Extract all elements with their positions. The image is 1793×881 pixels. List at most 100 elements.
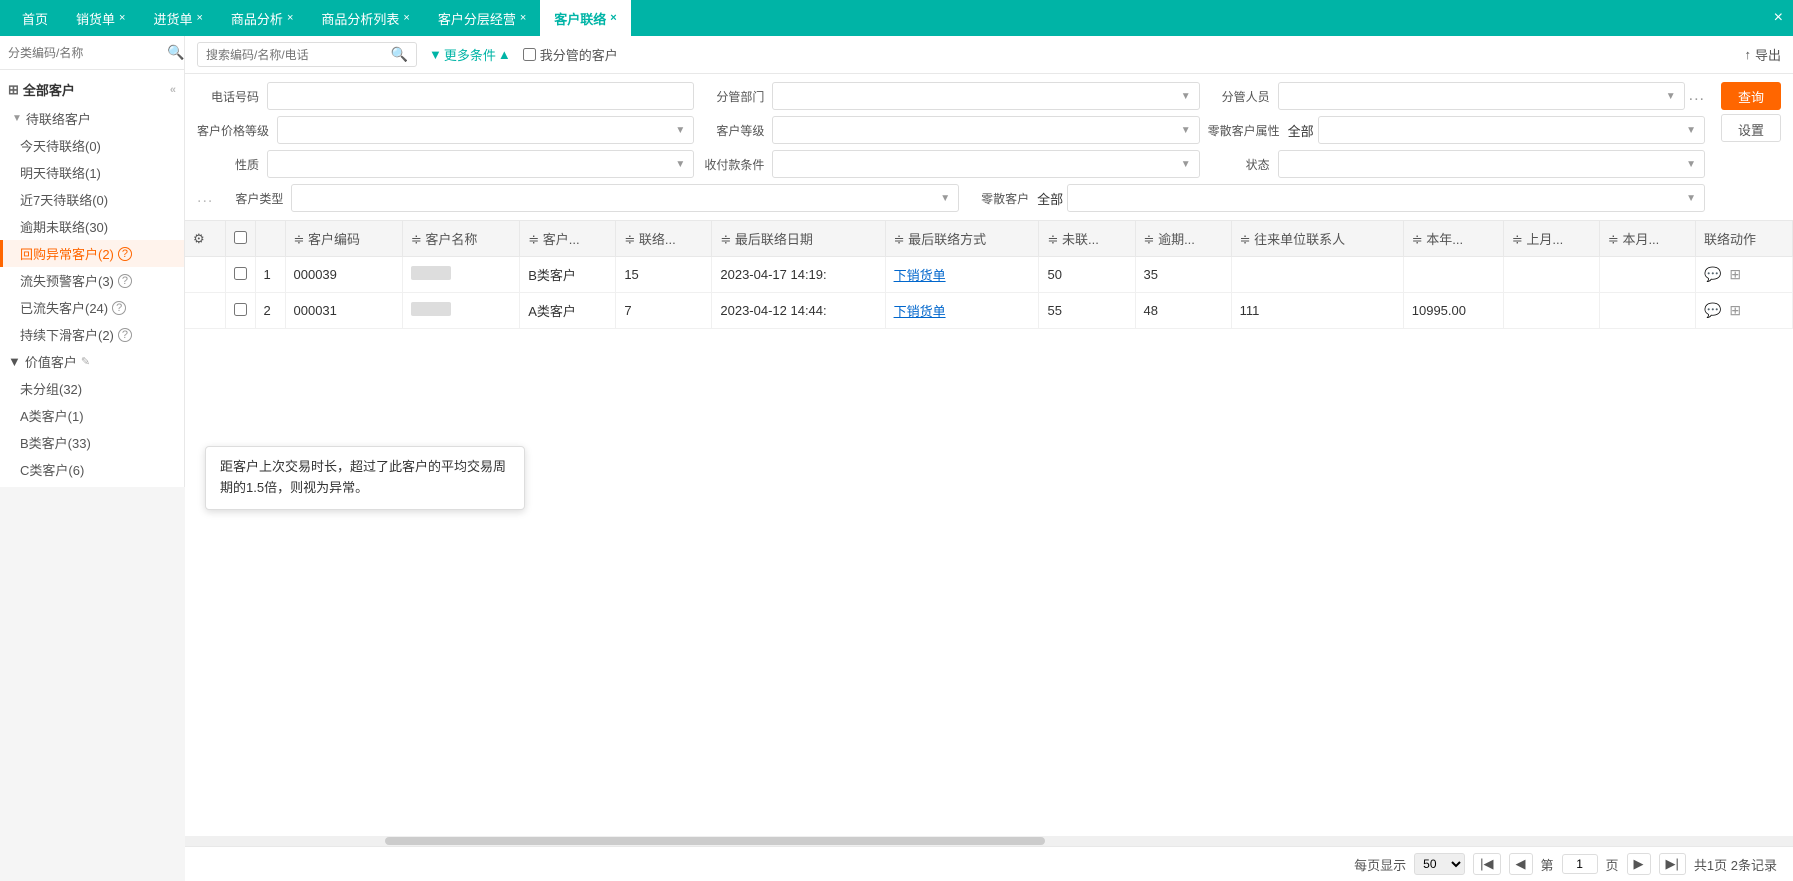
col-last-way[interactable]: ≑ 最后联络方式 — [885, 221, 1039, 257]
sidebar-collapse-icon[interactable]: « — [170, 84, 176, 96]
per-page-select[interactable]: 50 100 200 — [1414, 853, 1465, 875]
last-page-button[interactable]: ▶| — [1659, 853, 1686, 875]
setting-button[interactable]: 设置 — [1721, 114, 1781, 142]
declining-info-icon[interactable]: ? — [118, 328, 132, 342]
sidebar-item-tomorrow[interactable]: 明天待联络(1) — [0, 159, 184, 186]
nav-purchase[interactable]: 进货单 × — [139, 0, 216, 36]
page-input[interactable] — [1562, 854, 1598, 874]
filter-phone: 电话号码 — [197, 82, 694, 110]
nav-customer-contact-close[interactable]: × — [610, 12, 616, 24]
col-overdue[interactable]: ≑ 逾期... — [1135, 221, 1231, 257]
status-select[interactable]: ▼ — [1278, 150, 1705, 178]
gender-select[interactable]: ▼ — [267, 150, 694, 178]
price-level-select[interactable]: ▼ — [277, 116, 694, 144]
sidebar-search-icon[interactable]: 🔍 — [167, 44, 184, 61]
col-contact-count[interactable]: ≑ 联络... — [616, 221, 712, 257]
phone-input[interactable] — [267, 82, 694, 110]
more-filter-button[interactable]: ▼ 更多条件 ▲ — [429, 45, 511, 64]
col-last-date[interactable]: ≑ 最后联络日期 — [712, 221, 885, 257]
scrollbar-thumb[interactable] — [385, 837, 1045, 845]
sidebar-item-today[interactable]: 今天待联络(0) — [0, 132, 184, 159]
nav-analysis[interactable]: 商品分析 × — [217, 0, 307, 36]
lost-info-icon[interactable]: ? — [112, 301, 126, 315]
nav-customer-ops[interactable]: 客户分层经营 × — [424, 0, 540, 36]
sidebar-item-abnormal[interactable]: 回购异常客户(2) ? — [0, 240, 184, 267]
cell-code-2: 000031 — [285, 293, 402, 329]
nav-analysis-close[interactable]: × — [287, 12, 293, 24]
dept-select[interactable]: ▼ — [772, 82, 1199, 110]
sidebar-all-customers[interactable]: ⊞ 全部客户 « — [0, 74, 184, 105]
export-button[interactable]: ↑ 导出 — [1744, 45, 1781, 64]
cust-type-select[interactable]: ▼ — [291, 184, 959, 212]
col-related-person[interactable]: ≑ 往来单位联系人 — [1231, 221, 1403, 257]
my-customers-checkbox-label: 我分管的客户 — [523, 45, 618, 64]
nav-purchase-close[interactable]: × — [196, 12, 202, 24]
prev-page-button[interactable]: ◀ — [1509, 853, 1533, 875]
col-settings[interactable]: ⚙ — [185, 221, 225, 257]
search-input[interactable] — [206, 48, 391, 62]
sidebar-item-ungroup[interactable]: 未分组(32) — [0, 375, 184, 402]
cell-settings-1 — [185, 257, 225, 293]
sidebar-item-lost[interactable]: 已流失客户(24) ? — [0, 294, 184, 321]
query-button[interactable]: 查询 — [1721, 82, 1781, 110]
nav-customer-ops-close[interactable]: × — [520, 12, 526, 24]
col-not-contact[interactable]: ≑ 未联... — [1039, 221, 1135, 257]
cust-level-select[interactable]: ▼ — [772, 116, 1199, 144]
cell-last-way-2[interactable]: 下销货单 — [885, 293, 1039, 329]
retail-attr-arrow: ▼ — [1686, 125, 1696, 136]
edit-value-icon[interactable]: ✎ — [81, 355, 90, 368]
col-cust-type[interactable]: ≑ 客户... — [520, 221, 616, 257]
row1-checkbox[interactable] — [234, 267, 247, 280]
nav-analysis-list-close[interactable]: × — [403, 12, 409, 24]
row4-dots-button[interactable]: ... — [197, 189, 213, 207]
col-code[interactable]: ≑ 客户编码 — [285, 221, 402, 257]
filter-retail-cust: 零散客户 全部 ▼ — [967, 184, 1705, 212]
nav-sales[interactable]: 销货单 × — [62, 0, 139, 36]
sort-last-way-icon: ≑ — [894, 232, 905, 247]
payment-select[interactable]: ▼ — [772, 150, 1199, 178]
nav-customer-contact[interactable]: 客户联络 × — [540, 0, 630, 36]
price-level-arrow: ▼ — [675, 125, 685, 136]
nav-analysis-list[interactable]: 商品分析列表 × — [307, 0, 423, 36]
warn-lost-info-icon[interactable]: ? — [118, 274, 132, 288]
retail-attr-select[interactable]: ▼ — [1318, 116, 1705, 144]
nav-sales-close[interactable]: × — [119, 12, 125, 24]
more-icon-1[interactable]: ⊞ — [1729, 266, 1741, 283]
col-this-month[interactable]: ≑ 本月... — [1599, 221, 1695, 257]
manager-dots-button[interactable]: ... — [1689, 87, 1705, 105]
sidebar-item-a-class[interactable]: A类客户(1) — [0, 402, 184, 429]
sidebar-item-c-class[interactable]: C类客户(6) — [0, 456, 184, 483]
sidebar-search-input[interactable] — [8, 46, 163, 60]
horizontal-scrollbar[interactable] — [185, 836, 1793, 846]
window-close-button[interactable]: × — [1774, 9, 1783, 27]
col-name[interactable]: ≑ 客户名称 — [402, 221, 519, 257]
sidebar-item-overdue[interactable]: 逾期未联络(30) — [0, 213, 184, 240]
my-customers-checkbox[interactable] — [523, 48, 536, 61]
col-last-month[interactable]: ≑ 上月... — [1503, 221, 1599, 257]
nav-home[interactable]: 首页 — [8, 0, 62, 36]
abnormal-info-icon[interactable]: ? — [118, 247, 132, 261]
sidebar-item-declining[interactable]: 持续下滑客户(2) ? — [0, 321, 184, 348]
search-submit-icon[interactable]: 🔍 — [391, 46, 408, 63]
cell-action-1: 💬 ⊞ — [1695, 257, 1792, 293]
next-page-button[interactable]: ▶ — [1627, 853, 1651, 875]
retail-cust-select[interactable]: ▼ — [1067, 184, 1705, 212]
cell-code-1: 000039 — [285, 257, 402, 293]
cell-cust-type-2: A类客户 — [520, 293, 616, 329]
sidebar-pending-contact-group[interactable]: ▼ 待联络客户 — [0, 105, 184, 132]
manager-select[interactable]: ▼ — [1278, 82, 1685, 110]
gender-arrow: ▼ — [675, 159, 685, 170]
sidebar-value-group[interactable]: ▼ 价值客户 ✎ — [0, 348, 184, 375]
sidebar-item-b-class[interactable]: B类客户(33) — [0, 429, 184, 456]
contact-icon-2[interactable]: 💬 — [1704, 302, 1721, 319]
cell-last-way-1[interactable]: 下销货单 — [885, 257, 1039, 293]
select-all-checkbox[interactable] — [234, 231, 247, 244]
more-icon-2[interactable]: ⊞ — [1729, 302, 1741, 319]
first-page-button[interactable]: |◀ — [1473, 853, 1500, 875]
sidebar-item-7days[interactable]: 近7天待联络(0) — [0, 186, 184, 213]
col-this-year[interactable]: ≑ 本年... — [1403, 221, 1503, 257]
sidebar-item-warn-lost[interactable]: 流失预警客户(3) ? — [0, 267, 184, 294]
row2-checkbox[interactable] — [234, 303, 247, 316]
cell-last-month-2 — [1503, 293, 1599, 329]
contact-icon-1[interactable]: 💬 — [1704, 266, 1721, 283]
